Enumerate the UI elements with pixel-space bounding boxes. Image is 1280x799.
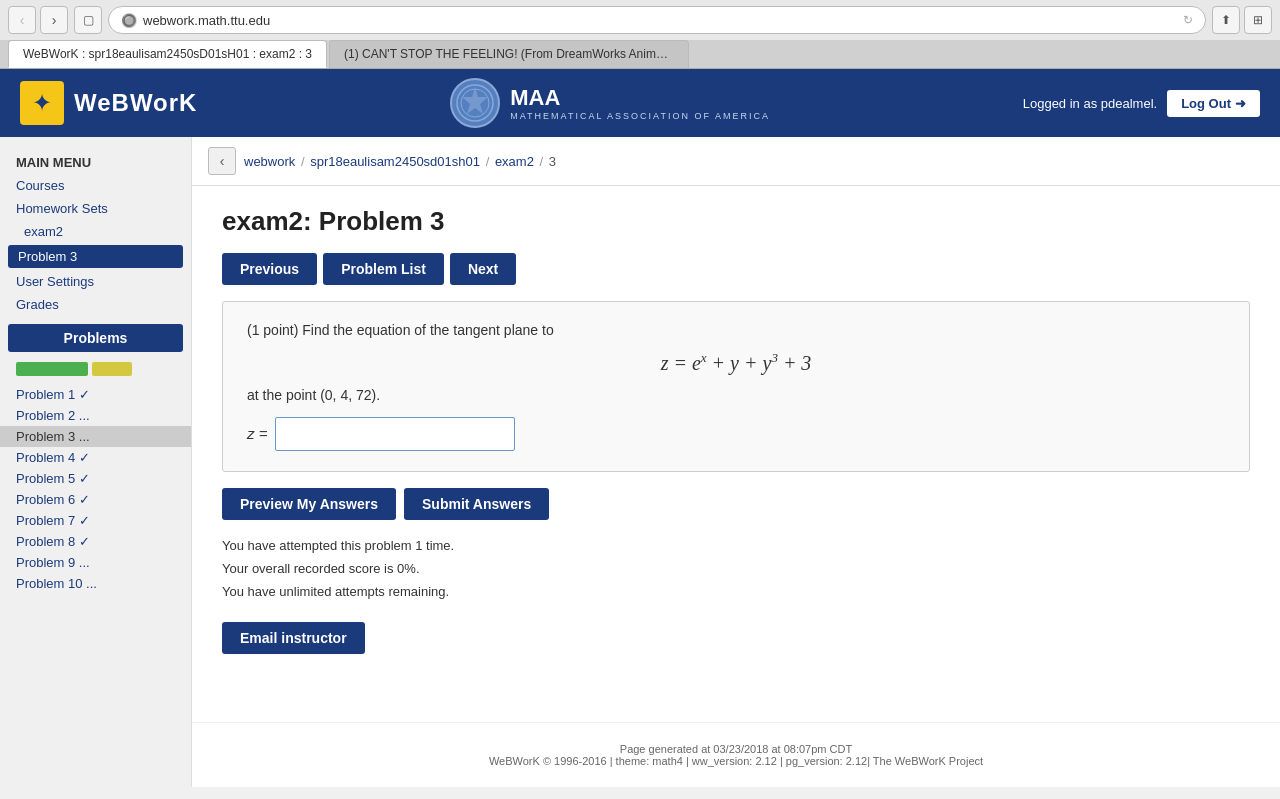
sidebar-problem-10[interactable]: Problem 10 ... [0, 573, 191, 594]
site-logo: ✦ WeBWorK [20, 81, 197, 125]
nav-buttons: Previous Problem List Next [222, 253, 1250, 285]
breadcrumb: webwork / spr18eaulisam2450sd01sh01 / ex… [244, 154, 556, 169]
sidebar-item-courses[interactable]: Courses [0, 174, 191, 197]
maa-emblem-svg [455, 83, 495, 123]
email-instructor-button[interactable]: Email instructor [222, 622, 365, 654]
submit-button[interactable]: Submit Answers [404, 488, 549, 520]
page-wrapper: ✦ WeBWorK MAA MATHEMATICAL ASSOCIATION O… [0, 69, 1280, 787]
breadcrumb-problem-number: 3 [549, 154, 556, 169]
sidebar-problem-8[interactable]: Problem 8 ✓ [0, 531, 191, 552]
problem-list-button[interactable]: Problem List [323, 253, 444, 285]
answer-input[interactable] [275, 417, 515, 451]
progress-bar [0, 358, 191, 384]
star-icon: ✦ [32, 89, 52, 117]
action-buttons: Preview My Answers Submit Answers [222, 488, 1250, 520]
breadcrumb-sep-1: / [301, 154, 308, 169]
back-button[interactable]: ‹ [208, 147, 236, 175]
share-button[interactable]: ⬆ [1212, 6, 1240, 34]
attempt-info: You have attempted this problem 1 time. … [222, 534, 1250, 604]
sidebar-item-user-settings[interactable]: User Settings [0, 270, 191, 293]
window-button[interactable]: ▢ [74, 6, 102, 34]
footer-copyright: WeBWorK © 1996-2016 | theme: math4 | ww_… [212, 755, 1260, 767]
sidebar-item-grades[interactable]: Grades [0, 293, 191, 316]
maa-emblem [450, 78, 500, 128]
header-right: Logged in as pdealmel. Log Out ➜ [1023, 90, 1260, 117]
svg-marker-2 [462, 87, 488, 114]
back-button[interactable]: ‹ [8, 6, 36, 34]
main-menu-title: MAIN MENU [0, 147, 191, 174]
breadcrumb-course[interactable]: spr18eaulisam2450sd01sh01 [310, 154, 480, 169]
browser-toolbar: ‹ › ▢ 🔘 webwork.math.ttu.edu ↻ ⬆ ⊞ [0, 0, 1280, 40]
breadcrumb-exam2[interactable]: exam2 [495, 154, 534, 169]
url-bar[interactable]: 🔘 webwork.math.ttu.edu ↻ [108, 6, 1206, 34]
next-button[interactable]: Next [450, 253, 516, 285]
footer-generated: Page generated at 03/23/2018 at 08:07pm … [212, 743, 1260, 755]
preview-button[interactable]: Preview My Answers [222, 488, 396, 520]
answer-label: z = [247, 425, 267, 442]
forward-button[interactable]: › [40, 6, 68, 34]
main-content: exam2: Problem 3 Previous Problem List N… [192, 186, 1280, 692]
tab-webwork[interactable]: WeBWorK : spr18eaulisam2450sD01sH01 : ex… [8, 40, 327, 68]
sidebar-problem-6[interactable]: Problem 6 ✓ [0, 489, 191, 510]
maa-text-block: MAA MATHEMATICAL ASSOCIATION OF AMERICA [510, 85, 770, 121]
maa-logo: MAA MATHEMATICAL ASSOCIATION OF AMERICA [450, 78, 770, 128]
page-icon: 🔘 [121, 13, 137, 28]
browser-chrome: ‹ › ▢ 🔘 webwork.math.ttu.edu ↻ ⬆ ⊞ WeBWo… [0, 0, 1280, 69]
breadcrumb-webwork[interactable]: webwork [244, 154, 295, 169]
logout-button[interactable]: Log Out ➜ [1167, 90, 1260, 117]
sidebar-problem-7[interactable]: Problem 7 ✓ [0, 510, 191, 531]
answer-row: z = [247, 417, 1225, 451]
breadcrumb-sep-3: / [540, 154, 547, 169]
main-right-panel: ‹ webwork / spr18eaulisam2450sd01sh01 / … [192, 137, 1280, 787]
content-area: MAIN MENU Courses Homework Sets exam2 Pr… [0, 137, 1280, 787]
problem-box: (1 point) Find the equation of the tange… [222, 301, 1250, 472]
reload-icon[interactable]: ↻ [1183, 13, 1193, 27]
breadcrumb-bar: ‹ webwork / spr18eaulisam2450sd01sh01 / … [192, 137, 1280, 186]
problems-header: Problems [8, 324, 183, 352]
sidebar-problem-4[interactable]: Problem 4 ✓ [0, 447, 191, 468]
sidebar-item-homework-sets[interactable]: Homework Sets [0, 197, 191, 220]
url-text: webwork.math.ttu.edu [143, 13, 270, 28]
attempt-line-1: You have attempted this problem 1 time. [222, 534, 1250, 557]
attempt-line-3: You have unlimited attempts remaining. [222, 580, 1250, 603]
logged-in-label: Logged in as pdealmel. [1023, 96, 1157, 111]
problem-title: exam2: Problem 3 [222, 206, 1250, 237]
sidebar-problem-3[interactable]: Problem 3 ... [0, 426, 191, 447]
site-header: ✦ WeBWorK MAA MATHEMATICAL ASSOCIATION O… [0, 69, 1280, 137]
equation-display: z = ex + y + y3 + 3 [247, 350, 1225, 375]
back-arrow-icon: ‹ [220, 153, 225, 169]
zoom-button[interactable]: ⊞ [1244, 6, 1272, 34]
at-point-text: at the point (0, 4, 72). [247, 387, 1225, 403]
maa-abbr: MAA [510, 85, 770, 111]
sidebar-item-problem3[interactable]: Problem 3 [8, 245, 183, 268]
sidebar: MAIN MENU Courses Homework Sets exam2 Pr… [0, 137, 192, 787]
attempt-line-2: Your overall recorded score is 0%. [222, 557, 1250, 580]
math-equation: z = ex + y + y3 + 3 [661, 352, 812, 374]
browser-nav-buttons: ‹ › [8, 6, 68, 34]
previous-button[interactable]: Previous [222, 253, 317, 285]
site-name: WeBWorK [74, 89, 197, 117]
tab-youtube[interactable]: (1) CAN'T STOP THE FEELING! (From DreamW… [329, 40, 689, 68]
breadcrumb-sep-2: / [486, 154, 493, 169]
sidebar-problem-2[interactable]: Problem 2 ... [0, 405, 191, 426]
sidebar-problem-9[interactable]: Problem 9 ... [0, 552, 191, 573]
browser-tabs: WeBWorK : spr18eaulisam2450sD01sH01 : ex… [0, 40, 1280, 68]
sidebar-problem-5[interactable]: Problem 5 ✓ [0, 468, 191, 489]
browser-action-buttons: ⬆ ⊞ [1212, 6, 1272, 34]
site-footer: Page generated at 03/23/2018 at 08:07pm … [192, 722, 1280, 787]
problem-statement: (1 point) Find the equation of the tange… [247, 322, 1225, 338]
maa-full-name: MATHEMATICAL ASSOCIATION OF AMERICA [510, 111, 770, 121]
sidebar-item-exam2[interactable]: exam2 [0, 220, 191, 243]
logo-icon: ✦ [20, 81, 64, 125]
logout-arrow-icon: ➜ [1235, 96, 1246, 111]
sidebar-problem-1[interactable]: Problem 1 ✓ [0, 384, 191, 405]
progress-green-bar [16, 362, 88, 376]
progress-yellow-bar [92, 362, 132, 376]
